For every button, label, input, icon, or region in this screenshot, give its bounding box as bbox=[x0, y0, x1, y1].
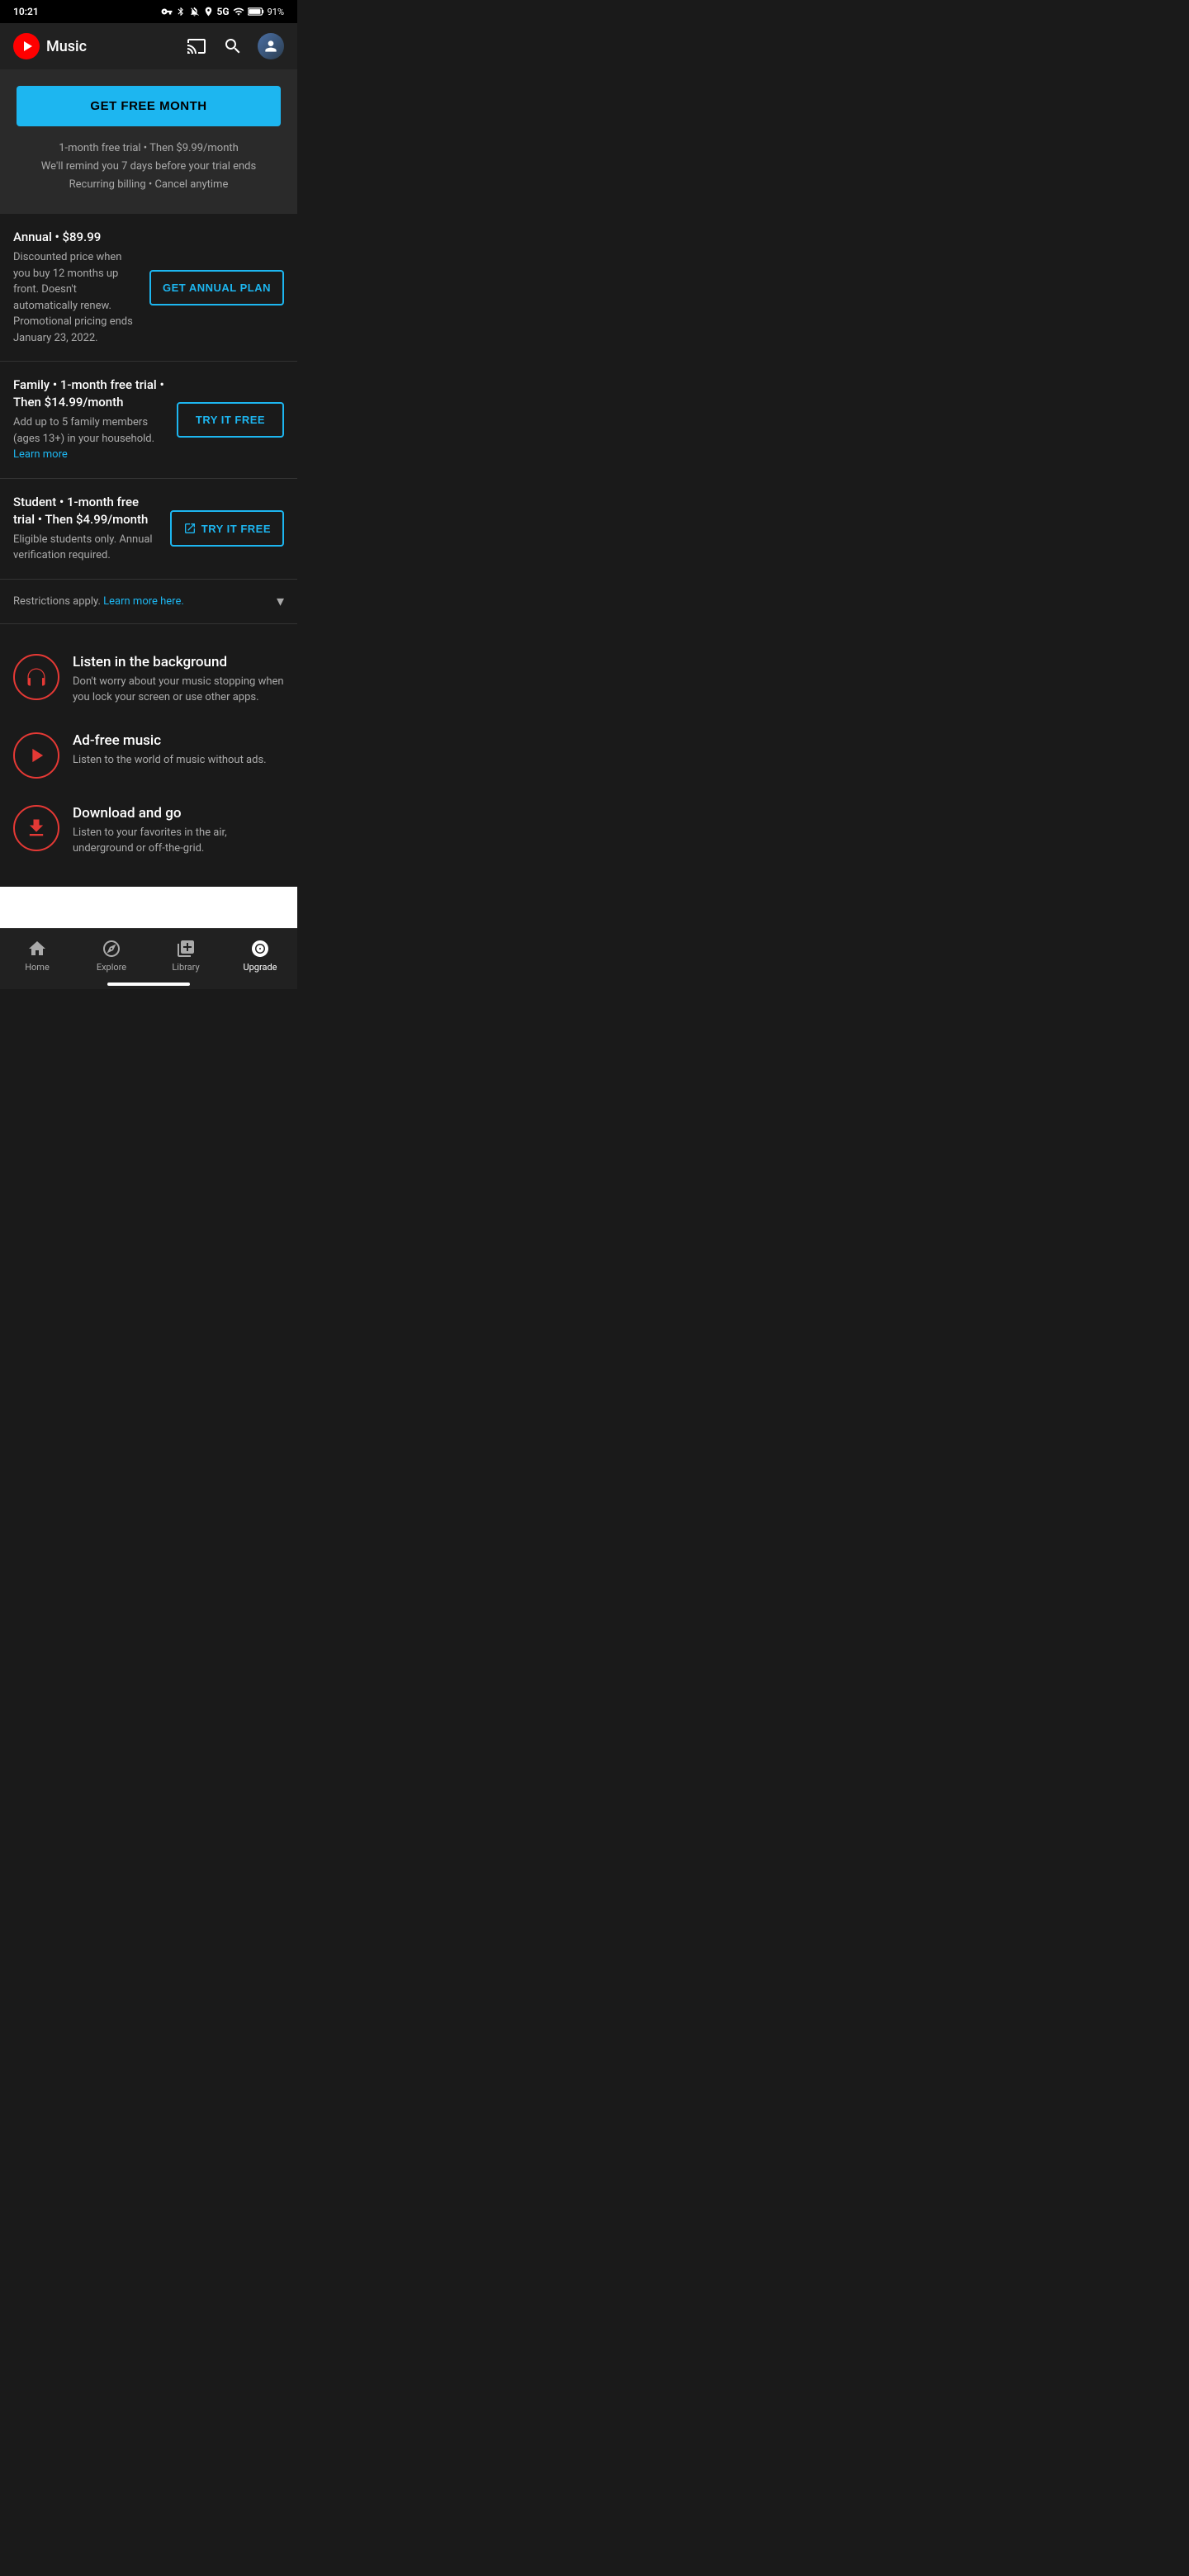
battery-label: 91% bbox=[268, 7, 284, 17]
family-try-free-button[interactable]: TRY IT FREE bbox=[177, 402, 284, 438]
header-icons bbox=[185, 33, 284, 59]
free-month-description: 1-month free trial • Then $9.99/month We… bbox=[13, 140, 284, 194]
feature-background-title: Listen in the background bbox=[73, 654, 284, 670]
download-icon-circle bbox=[13, 805, 59, 851]
explore-nav-label: Explore bbox=[97, 962, 126, 973]
upgrade-nav-label: Upgrade bbox=[243, 962, 277, 973]
app-name: Music bbox=[46, 38, 87, 55]
external-link-icon bbox=[183, 522, 197, 535]
student-try-free-button[interactable]: TRY IT FREE bbox=[170, 510, 284, 547]
upgrade-icon bbox=[250, 939, 270, 959]
logo-area: Music bbox=[13, 33, 185, 59]
nav-library[interactable]: Library bbox=[149, 935, 223, 976]
search-button[interactable] bbox=[221, 35, 244, 58]
learn-more-link[interactable]: Learn more here. bbox=[103, 595, 184, 608]
upgrade-nav-icon bbox=[250, 939, 270, 959]
app-header: Music bbox=[0, 23, 297, 69]
status-icons: 5G 91% bbox=[161, 6, 285, 17]
get-free-month-button[interactable]: GET FREE MONTH bbox=[17, 86, 281, 126]
plans-section: Annual • $89.99 Discounted price when yo… bbox=[0, 214, 297, 580]
feature-background-text: Listen in the background Don't worry abo… bbox=[73, 654, 284, 706]
feature-download-text: Download and go Listen to your favorites… bbox=[73, 805, 284, 857]
youtube-music-logo bbox=[13, 33, 40, 59]
feature-adfree-desc: Listen to the world of music without ads… bbox=[73, 752, 284, 769]
student-plan-row: Student • 1-month free trial • Then $4.9… bbox=[0, 479, 297, 580]
nav-upgrade[interactable]: Upgrade bbox=[223, 935, 297, 976]
nav-explore[interactable]: Explore bbox=[74, 935, 149, 976]
feature-adfree-title: Ad-free music bbox=[73, 732, 284, 749]
signal-icon bbox=[233, 6, 244, 17]
feature-adfree-text: Ad-free music Listen to the world of mus… bbox=[73, 732, 284, 769]
restrictions-text: Restrictions apply. Learn more here. bbox=[13, 595, 184, 608]
status-bar: 10:21 5G 91% bbox=[0, 0, 297, 23]
download-icon bbox=[25, 817, 48, 840]
feature-download-desc: Listen to your favorites in the air, und… bbox=[73, 825, 284, 857]
library-nav-icon bbox=[176, 939, 196, 959]
headphones-icon-circle bbox=[13, 654, 59, 700]
family-plan-title: Family • 1-month free trial • Then $14.9… bbox=[13, 376, 167, 411]
free-month-section: GET FREE MONTH 1-month free trial • Then… bbox=[0, 69, 297, 214]
play-icon-circle bbox=[13, 732, 59, 779]
search-icon bbox=[223, 36, 243, 56]
cast-button[interactable] bbox=[185, 35, 208, 58]
family-plan-info: Family • 1-month free trial • Then $14.9… bbox=[13, 376, 167, 463]
get-annual-plan-button[interactable]: GET ANNUAL PLAN bbox=[149, 270, 284, 305]
family-plan-row: Family • 1-month free trial • Then $14.9… bbox=[0, 362, 297, 479]
feature-background-desc: Don't worry about your music stopping wh… bbox=[73, 674, 284, 706]
library-nav-label: Library bbox=[172, 962, 199, 973]
feature-background-listen: Listen in the background Don't worry abo… bbox=[0, 641, 297, 719]
explore-icon bbox=[102, 939, 121, 959]
explore-nav-icon bbox=[102, 939, 121, 959]
restrictions-row: Restrictions apply. Learn more here. ▾ bbox=[0, 580, 297, 624]
student-plan-desc: Eligible students only. Annual verificat… bbox=[13, 532, 160, 564]
library-icon bbox=[176, 939, 196, 959]
home-nav-label: Home bbox=[25, 962, 50, 973]
avatar[interactable] bbox=[258, 33, 284, 59]
bottom-nav: Home Explore Library Upgrade bbox=[0, 928, 297, 989]
annual-plan-desc: Discounted price when you buy 12 months … bbox=[13, 249, 140, 346]
5g-label: 5G bbox=[217, 6, 230, 17]
annual-plan-title: Annual • $89.99 bbox=[13, 229, 140, 246]
feature-download: Download and go Listen to your favorites… bbox=[0, 792, 297, 870]
key-icon bbox=[161, 6, 173, 17]
family-plan-desc: Add up to 5 family members (ages 13+) in… bbox=[13, 414, 167, 463]
home-icon bbox=[27, 939, 47, 959]
annual-plan-info: Annual • $89.99 Discounted price when yo… bbox=[13, 229, 140, 346]
home-nav-icon bbox=[27, 939, 47, 959]
play-icon bbox=[25, 744, 48, 767]
battery-icon bbox=[248, 7, 264, 17]
cast-icon bbox=[187, 36, 206, 56]
home-indicator bbox=[107, 983, 190, 986]
family-learn-more-link[interactable]: Learn more bbox=[13, 448, 68, 461]
white-bar bbox=[0, 887, 297, 928]
features-section: Listen in the background Don't worry abo… bbox=[0, 624, 297, 887]
annual-plan-row: Annual • $89.99 Discounted price when yo… bbox=[0, 214, 297, 362]
chevron-down-icon[interactable]: ▾ bbox=[277, 593, 284, 610]
location-icon bbox=[203, 6, 214, 17]
feature-adfree: Ad-free music Listen to the world of mus… bbox=[0, 719, 297, 792]
person-icon bbox=[263, 38, 279, 54]
bell-mute-icon bbox=[189, 6, 200, 17]
student-plan-info: Student • 1-month free trial • Then $4.9… bbox=[13, 494, 160, 564]
student-plan-title: Student • 1-month free trial • Then $4.9… bbox=[13, 494, 160, 528]
feature-download-title: Download and go bbox=[73, 805, 284, 822]
status-time: 10:21 bbox=[13, 6, 39, 17]
headphones-icon bbox=[25, 665, 48, 689]
bluetooth-icon bbox=[176, 6, 186, 17]
nav-home[interactable]: Home bbox=[0, 935, 74, 976]
